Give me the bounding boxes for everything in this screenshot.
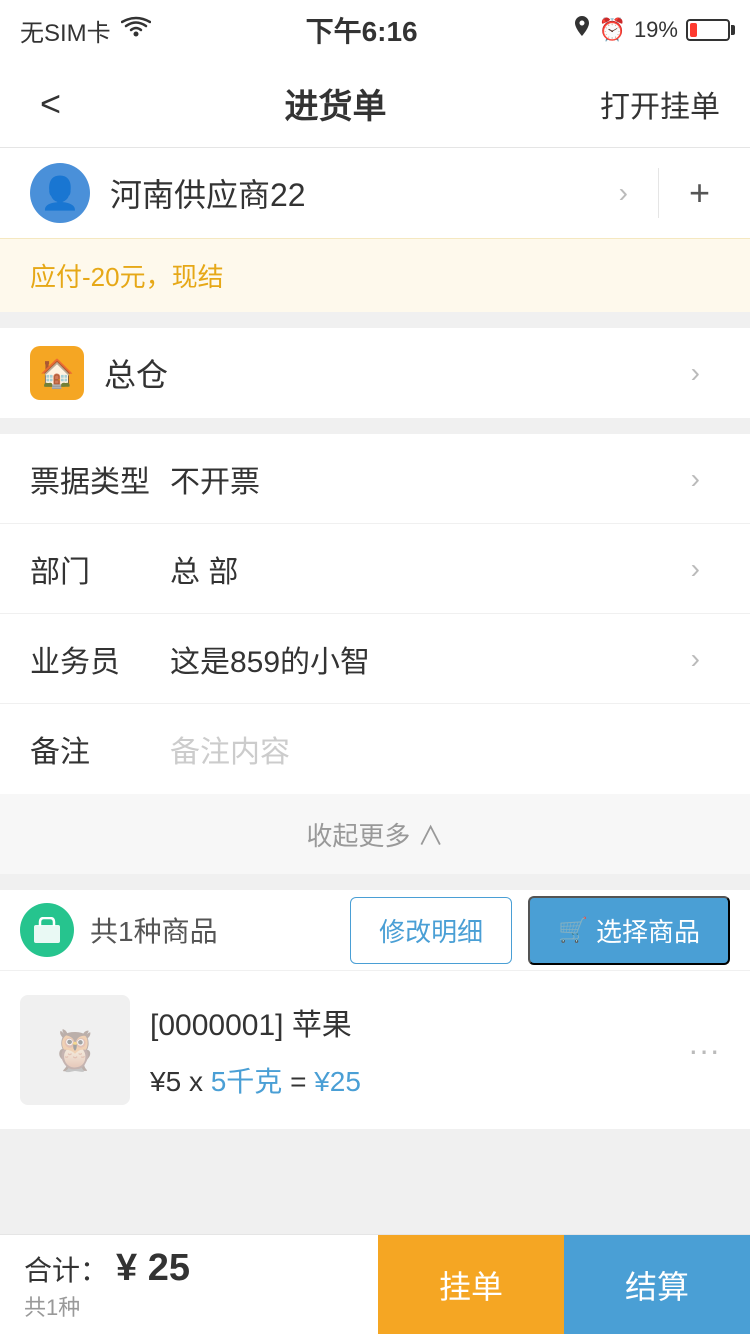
checkout-button[interactable]: 结算 bbox=[564, 1235, 750, 1334]
salesperson-value: 这是859的小智 bbox=[150, 637, 691, 681]
invoice-type-value: 不开票 bbox=[150, 457, 691, 501]
status-bar: 无SIM卡 下午6:16 ⏰ 19% bbox=[0, 0, 750, 60]
product-item: 🦉 [0000001] 苹果 ¥5 x 5千克 = ¥25 ··· bbox=[0, 970, 750, 1129]
supplier-avatar: 👤 bbox=[30, 163, 90, 223]
product-count-text: 共1种商品 bbox=[90, 910, 350, 950]
product-quantity: 5千克 bbox=[211, 1066, 283, 1097]
product-info: [0000001] 苹果 ¥5 x 5千克 = ¥25 bbox=[150, 1000, 678, 1100]
open-pending-button[interactable]: 打开挂单 bbox=[600, 82, 720, 126]
department-value: 总 部 bbox=[150, 547, 691, 591]
remark-label: 备注 bbox=[30, 727, 150, 771]
total-label: 合计： bbox=[24, 1249, 108, 1289]
battery-text: 19% bbox=[634, 17, 678, 43]
location-icon bbox=[573, 16, 591, 44]
wifi-icon bbox=[121, 16, 151, 45]
product-code: [0000001] bbox=[150, 1009, 283, 1042]
warehouse-row[interactable]: 🏠 总仓 › bbox=[0, 328, 750, 418]
equals-sign: = bbox=[290, 1066, 314, 1097]
total-section: 合计： ¥ 25 共1种 bbox=[0, 1235, 378, 1334]
product-title: 苹果 bbox=[292, 1009, 352, 1042]
carrier-text: 无SIM卡 bbox=[20, 13, 111, 48]
status-time: 下午6:16 bbox=[306, 10, 418, 50]
warehouse-icon: 🏠 bbox=[30, 346, 84, 400]
divider bbox=[658, 168, 659, 218]
invoice-type-label: 票据类型 bbox=[30, 457, 150, 501]
total-count: 共1种 bbox=[24, 1290, 354, 1322]
department-row[interactable]: 部门 总 部 › bbox=[0, 524, 750, 614]
alarm-icon: ⏰ bbox=[599, 17, 626, 43]
supplier-name: 河南供应商22 bbox=[110, 170, 619, 216]
pending-button[interactable]: 挂单 bbox=[378, 1235, 564, 1334]
chevron-right-icon: › bbox=[691, 643, 700, 675]
price-separator: x bbox=[189, 1066, 211, 1097]
select-product-label: 选择商品 bbox=[596, 912, 700, 949]
supplier-row[interactable]: 👤 河南供应商22 › + bbox=[0, 148, 750, 238]
status-left: 无SIM卡 bbox=[20, 13, 151, 48]
status-right: ⏰ 19% bbox=[573, 16, 730, 44]
invoice-type-row[interactable]: 票据类型 不开票 › bbox=[0, 434, 750, 524]
back-button[interactable]: < bbox=[30, 73, 71, 135]
department-label: 部门 bbox=[30, 547, 150, 591]
total-row: 合计： ¥ 25 bbox=[24, 1247, 354, 1290]
product-count-icon bbox=[20, 903, 74, 957]
salesperson-label: 业务员 bbox=[30, 637, 150, 681]
product-header: 共1种商品 修改明细 🛒 选择商品 bbox=[0, 874, 750, 970]
price-value: ¥5 bbox=[150, 1066, 181, 1097]
battery-icon bbox=[686, 19, 730, 41]
bottom-bar: 合计： ¥ 25 共1种 挂单 结算 bbox=[0, 1234, 750, 1334]
chevron-right-icon: › bbox=[691, 553, 700, 585]
select-product-button[interactable]: 🛒 选择商品 bbox=[528, 896, 730, 965]
collapse-button[interactable]: 收起更多 ∧ bbox=[0, 794, 750, 874]
salesperson-row[interactable]: 业务员 这是859的小智 › bbox=[0, 614, 750, 704]
product-price: ¥5 x 5千克 = ¥25 bbox=[150, 1060, 678, 1100]
collapse-label: 收起更多 ∧ bbox=[306, 816, 443, 853]
total-amount: ¥ 25 bbox=[116, 1247, 190, 1290]
supplier-section: 👤 河南供应商22 › + 应付-20元，现结 bbox=[0, 148, 750, 312]
add-supplier-button[interactable]: + bbox=[669, 162, 720, 224]
warehouse-name: 总仓 bbox=[104, 350, 691, 396]
payment-notice: 应付-20元，现结 bbox=[0, 238, 750, 312]
form-section: 票据类型 不开票 › 部门 总 部 › 业务员 这是859的小智 › 备注 备注… bbox=[0, 434, 750, 794]
cart-icon: 🛒 bbox=[558, 916, 588, 945]
chevron-right-icon: › bbox=[619, 177, 628, 209]
product-name: [0000001] 苹果 bbox=[150, 1000, 678, 1044]
person-icon: 👤 bbox=[40, 174, 80, 212]
owl-icon: 🦉 bbox=[50, 1027, 100, 1074]
battery-fill bbox=[690, 23, 697, 37]
product-total: ¥25 bbox=[314, 1066, 361, 1097]
remark-row[interactable]: 备注 备注内容 bbox=[0, 704, 750, 794]
product-thumbnail: 🦉 bbox=[20, 995, 130, 1105]
edit-detail-button[interactable]: 修改明细 bbox=[350, 897, 512, 964]
more-button[interactable]: ··· bbox=[678, 1022, 730, 1079]
chevron-right-icon: › bbox=[691, 357, 700, 389]
nav-bar: < 进货单 打开挂单 bbox=[0, 60, 750, 148]
chevron-right-icon: › bbox=[691, 463, 700, 495]
remark-input[interactable]: 备注内容 bbox=[150, 727, 720, 771]
page-title: 进货单 bbox=[285, 79, 387, 128]
warehouse-section: 🏠 总仓 › bbox=[0, 328, 750, 418]
